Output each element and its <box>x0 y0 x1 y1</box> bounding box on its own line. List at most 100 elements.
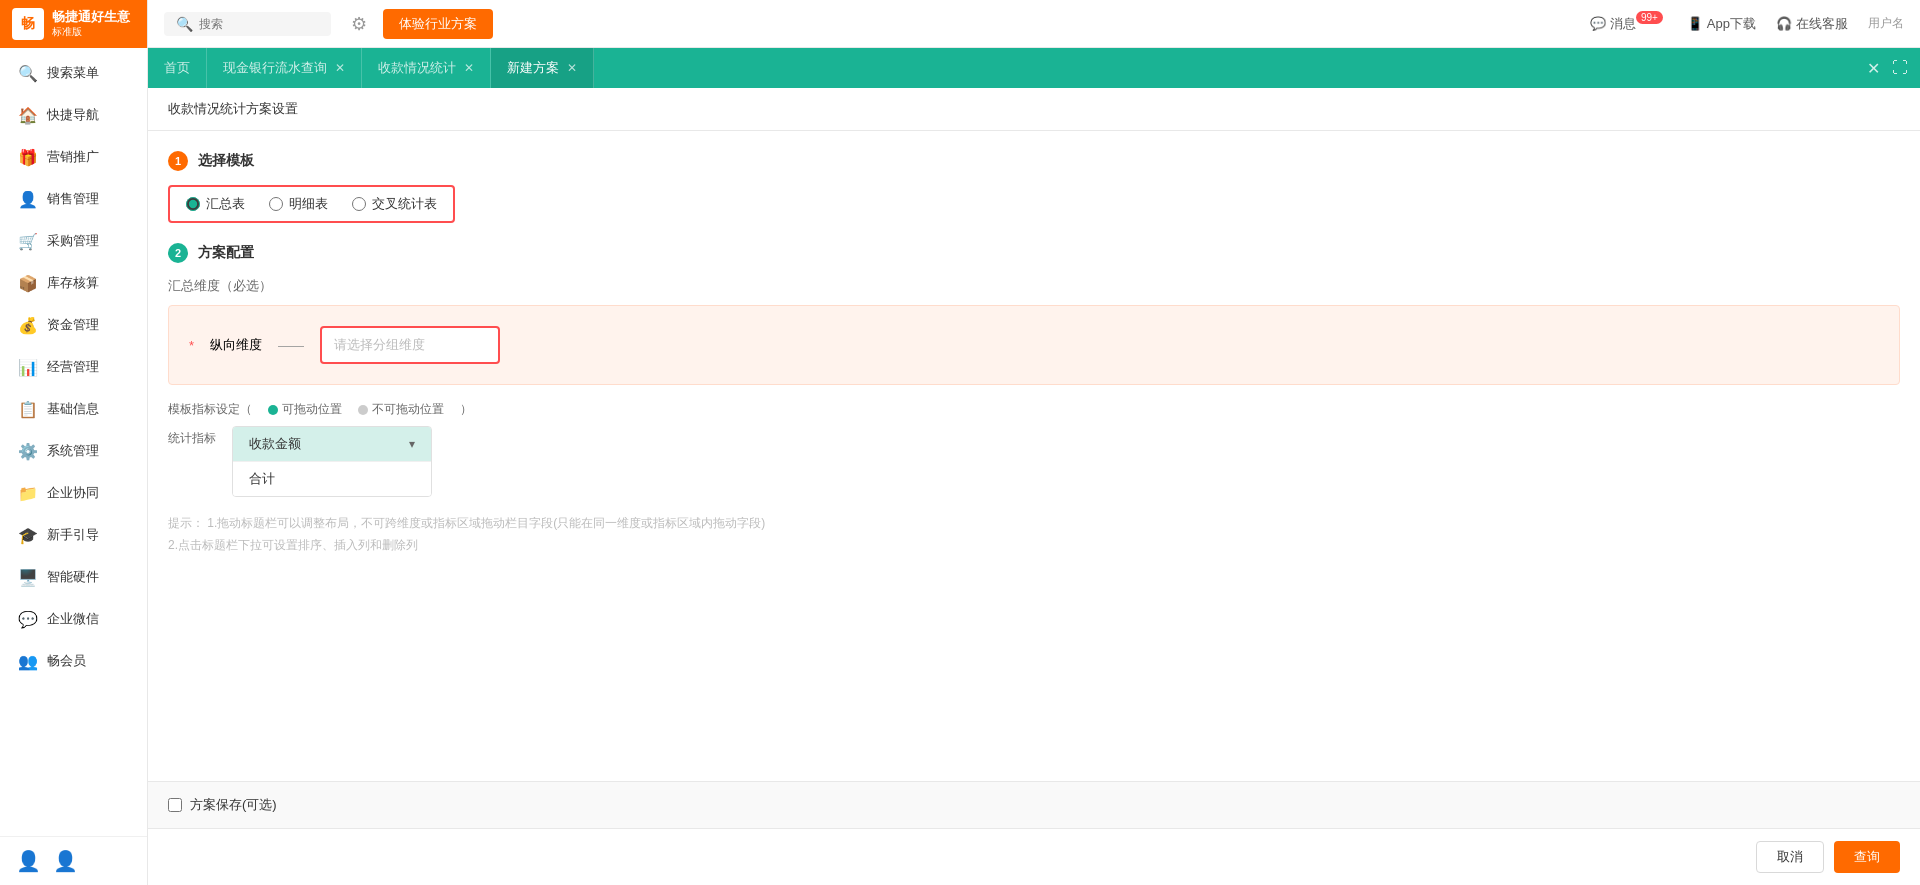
sidebar-item-label: 基础信息 <box>47 400 99 418</box>
app-icon: 📱 <box>1687 16 1703 31</box>
expand-window-btn[interactable]: ⛶ <box>1892 59 1908 77</box>
topbar-search-box[interactable]: 🔍 <box>164 12 331 36</box>
metrics-row-total: 合计 <box>233 461 431 496</box>
metrics-section: 模板指标设定（ 可拖动位置 不可拖动位置 ） 统计指标 <box>168 401 1900 497</box>
sidebar-item-label: 新手引导 <box>47 526 99 544</box>
tab-new-plan[interactable]: 新建方案 ✕ <box>491 48 594 88</box>
sidebar-item-capital[interactable]: 💰 资金管理 <box>0 304 147 346</box>
metrics-layout: 统计指标 收款金额 ▾ 合计 <box>168 426 1900 497</box>
notification-label: 消息 <box>1610 15 1636 33</box>
footer-avatar1[interactable]: 👤 <box>16 849 41 873</box>
page-footer: 取消 查询 <box>148 828 1920 885</box>
topbar: 🔍 ⚙ 体验行业方案 💬 消息 99+ 📱 App下载 🎧 在线客服 用户名 <box>148 0 1920 48</box>
radio-detail-input[interactable] <box>269 197 283 211</box>
radio-summary[interactable]: 汇总表 <box>186 195 245 213</box>
sidebar-item-operations[interactable]: 📊 经营管理 <box>0 346 147 388</box>
app-download-label: App下载 <box>1707 15 1756 33</box>
stats-label: 统计指标 <box>168 431 216 445</box>
online-service-item[interactable]: 🎧 在线客服 <box>1776 15 1848 33</box>
logo-icon: 畅 <box>12 8 44 40</box>
sidebar-item-system[interactable]: ⚙️ 系统管理 <box>0 430 147 472</box>
metrics-hint-label: 模板指标设定（ <box>168 401 252 418</box>
close-window-btn[interactable]: ✕ <box>1867 59 1880 78</box>
sidebar-item-inventory[interactable]: 📦 库存核算 <box>0 262 147 304</box>
tab-close-new-plan[interactable]: ✕ <box>567 61 577 75</box>
step1-section: 1 选择模板 汇总表 明细表 交叉统计表 <box>168 151 1900 223</box>
chevron-down-icon: ▾ <box>409 437 415 451</box>
sidebar-item-member[interactable]: 👥 畅会员 <box>0 640 147 682</box>
tab-close-bank-query[interactable]: ✕ <box>335 61 345 75</box>
trial-btn[interactable]: 体验行业方案 <box>383 9 493 39</box>
non-draggable-indicator: 不可拖动位置 <box>358 401 444 418</box>
sidebar: 畅 畅捷通好生意 标准版 🔍 搜索菜单 🏠 快捷导航 🎁 营销推广 👤 销售管理… <box>0 0 148 885</box>
sidebar-item-label: 销售管理 <box>47 190 99 208</box>
dimension-area: * 纵向维度 —— 请选择分组维度 <box>168 305 1900 385</box>
notification-item[interactable]: 💬 消息 99+ <box>1590 15 1667 33</box>
footer-avatar2[interactable]: 👤 <box>53 849 78 873</box>
draggable-dot <box>268 405 278 415</box>
box-icon: 📦 <box>19 274 37 292</box>
query-button[interactable]: 查询 <box>1834 841 1900 873</box>
sidebar-item-label: 营销推广 <box>47 148 99 166</box>
step1-badge: 1 <box>168 151 188 171</box>
tab-bank-query[interactable]: 现金银行流水查询 ✕ <box>207 48 362 88</box>
message-icon: 💬 <box>1590 16 1606 31</box>
metrics-header[interactable]: 收款金额 ▾ <box>233 427 431 461</box>
page-header: 收款情况统计方案设置 <box>148 88 1920 131</box>
sidebar-item-smart-hardware[interactable]: 🖥️ 智能硬件 <box>0 556 147 598</box>
tab-label: 现金银行流水查询 <box>223 59 327 77</box>
folder-icon: 📁 <box>19 484 37 502</box>
tab-label: 收款情况统计 <box>378 59 456 77</box>
radio-detail[interactable]: 明细表 <box>269 195 328 213</box>
dimension-placeholder: 请选择分组维度 <box>334 336 425 354</box>
sidebar-item-enterprise-wechat[interactable]: 💬 企业微信 <box>0 598 147 640</box>
sidebar-item-label: 系统管理 <box>47 442 99 460</box>
required-star: * <box>189 338 194 353</box>
sidebar-item-marketing[interactable]: 🎁 营销推广 <box>0 136 147 178</box>
metrics-header-text: 收款金额 <box>249 435 301 453</box>
tab-collection-stats[interactable]: 收款情况统计 ✕ <box>362 48 491 88</box>
dimension-select[interactable]: 请选择分组维度 <box>320 326 500 364</box>
gear-button[interactable]: ⚙ <box>351 13 367 35</box>
save-checkbox[interactable] <box>168 798 182 812</box>
non-draggable-text: 不可拖动位置 <box>372 401 444 418</box>
graduation-icon: 🎓 <box>19 526 37 544</box>
logo-name: 畅捷通好生意 <box>52 9 130 25</box>
sidebar-item-label: 畅会员 <box>47 652 86 670</box>
app-download-item[interactable]: 📱 App下载 <box>1687 15 1756 33</box>
chat-icon: 💬 <box>19 610 37 628</box>
sidebar-item-label: 库存核算 <box>47 274 99 292</box>
sidebar-item-label: 搜索菜单 <box>47 64 99 82</box>
topbar-right: 💬 消息 99+ 📱 App下载 🎧 在线客服 用户名 <box>1590 15 1904 33</box>
radio-cross[interactable]: 交叉统计表 <box>352 195 437 213</box>
dimension-title: 汇总维度（必选） <box>168 277 1900 295</box>
logo-text-wrap: 畅捷通好生意 标准版 <box>52 9 130 39</box>
cart-icon: 🛒 <box>19 232 37 250</box>
sidebar-item-search[interactable]: 🔍 搜索菜单 <box>0 52 147 94</box>
sidebar-item-label: 采购管理 <box>47 232 99 250</box>
tab-close-collection-stats[interactable]: ✕ <box>464 61 474 75</box>
sidebar-item-quick-nav[interactable]: 🏠 快捷导航 <box>0 94 147 136</box>
search-input[interactable] <box>199 17 319 31</box>
step2-badge: 2 <box>168 243 188 263</box>
sidebar-item-basic-info[interactable]: 📋 基础信息 <box>0 388 147 430</box>
breadcrumb: 收款情况统计方案设置 <box>168 101 298 116</box>
online-service-label: 在线客服 <box>1796 15 1848 33</box>
radio-summary-input[interactable] <box>186 197 200 211</box>
sidebar-item-enterprise-collab[interactable]: 📁 企业协同 <box>0 472 147 514</box>
sidebar-item-label: 智能硬件 <box>47 568 99 586</box>
page-content: 收款情况统计方案设置 1 选择模板 汇总表 明细表 <box>148 88 1920 828</box>
cancel-button[interactable]: 取消 <box>1756 841 1824 873</box>
sidebar-footer: 👤 👤 <box>0 836 147 885</box>
sidebar-item-purchase[interactable]: 🛒 采购管理 <box>0 220 147 262</box>
sidebar-item-sales[interactable]: 👤 销售管理 <box>0 178 147 220</box>
search-nav-icon: 🔍 <box>19 64 37 82</box>
metrics-row-text: 合计 <box>249 471 275 486</box>
members-icon: 👥 <box>19 652 37 670</box>
radio-cross-input[interactable] <box>352 197 366 211</box>
sidebar-item-beginner[interactable]: 🎓 新手引导 <box>0 514 147 556</box>
metrics-label-row: 模板指标设定（ 可拖动位置 不可拖动位置 ） <box>168 401 1900 418</box>
metrics-hint-suffix: ） <box>460 401 472 418</box>
tab-home[interactable]: 首页 <box>148 48 207 88</box>
dimension-config: 汇总维度（必选） * 纵向维度 —— 请选择分组维度 <box>168 277 1900 385</box>
